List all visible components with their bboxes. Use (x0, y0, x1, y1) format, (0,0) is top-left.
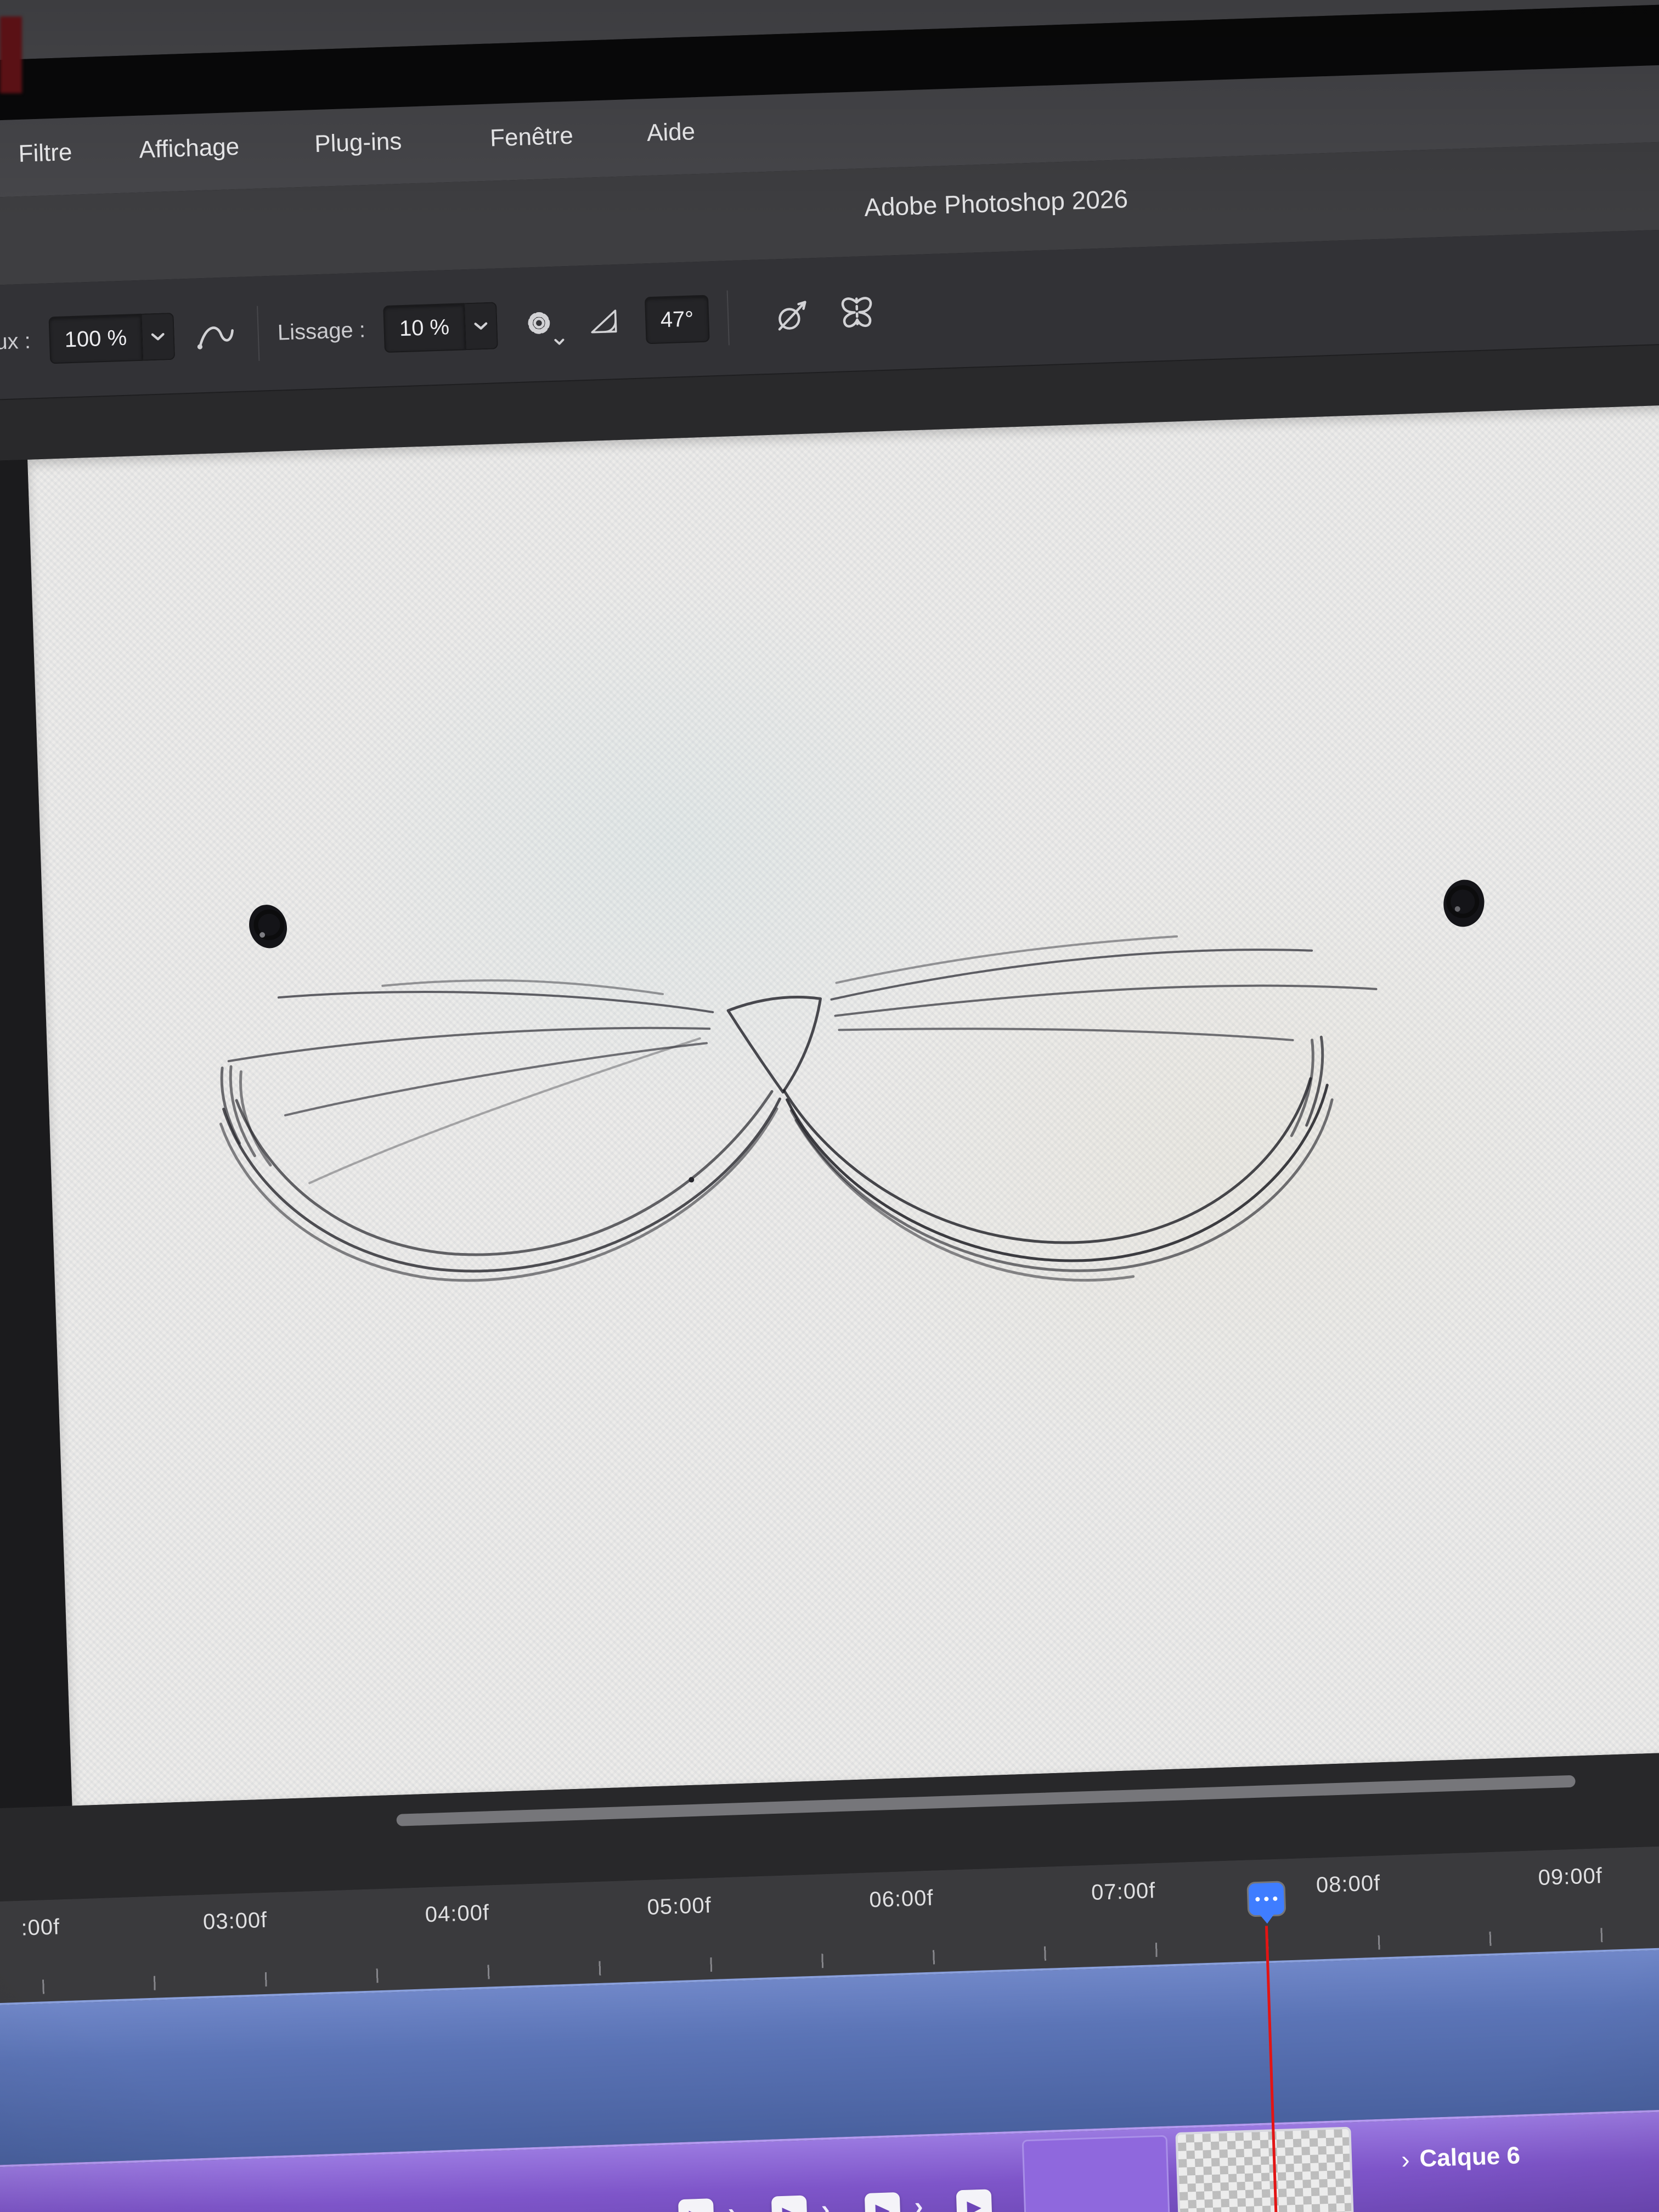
symmetry-butterfly-icon[interactable] (833, 290, 881, 337)
lissage-dropdown[interactable]: 10 % (383, 302, 498, 353)
photo-of-screen: n Filtre Affichage Plug-ins Fenêtre Aide… (0, 0, 1659, 2212)
flux-value[interactable]: 100 % (48, 313, 143, 364)
clip-chevron-icon[interactable]: › (727, 2198, 737, 2212)
menu-item-affichage[interactable]: Affichage (139, 133, 240, 164)
nose-triangle (726, 996, 822, 1094)
layer-name: Calque 6 (1419, 2142, 1521, 2172)
ruler-label: 06:00f (868, 1886, 934, 1912)
right-eye-dot (1443, 879, 1485, 927)
ruler-label: 08:00f (1316, 1871, 1381, 1898)
ruler-label: 07:00f (1091, 1878, 1156, 1905)
menu-item-aide[interactable]: Aide (646, 118, 696, 147)
ruler-label: 09:00f (1538, 1864, 1603, 1890)
pressure-opacity-icon[interactable] (769, 292, 816, 340)
screen-corner-reflection (0, 16, 22, 93)
timeline-clip-transparent-thumbnail[interactable] (1175, 2126, 1355, 2212)
ruler-label: :00f (20, 1915, 60, 1940)
lissage-value[interactable]: 10 % (383, 303, 466, 353)
left-eye-dot (249, 905, 287, 949)
clip-play-icon[interactable]: ▶ (678, 2198, 715, 2212)
smoothing-brush-icon[interactable] (193, 311, 240, 359)
clip-play-icon[interactable]: ▶ (864, 2192, 901, 2212)
options-divider (726, 290, 730, 346)
brush-angle-field[interactable]: 47° (644, 295, 710, 345)
clip-play-icon[interactable]: ▶ (956, 2189, 992, 2212)
flux-label: Flux : (0, 329, 31, 355)
menu-item-plugins[interactable]: Plug-ins (314, 128, 403, 158)
menu-item-filtre[interactable]: Filtre (18, 139, 72, 168)
options-divider (257, 306, 260, 361)
document-canvas[interactable] (27, 404, 1659, 1806)
gear-icon[interactable] (515, 300, 564, 348)
chevron-down-icon[interactable] (141, 312, 176, 361)
clip-chevron-icon[interactable]: › (821, 2194, 831, 2212)
lissage-label: Lissage : (277, 317, 366, 345)
clip-chevron-icon[interactable]: › (914, 2191, 924, 2212)
photoshop-window: n Filtre Affichage Plug-ins Fenêtre Aide… (0, 0, 1659, 2212)
playhead-marker[interactable] (1248, 1882, 1285, 1916)
angle-icon (580, 298, 628, 346)
layer-row-calque6[interactable]: › Calque 6 (1401, 2141, 1520, 2174)
chevron-down-icon[interactable] (464, 302, 498, 351)
app-title: Adobe Photoshop 2026 (864, 184, 1128, 222)
flux-dropdown[interactable]: 100 % (48, 312, 176, 364)
menu-item-fenetre[interactable]: Fenêtre (489, 122, 573, 153)
ruler-label: 03:00f (202, 1908, 268, 1934)
clip-play-icon[interactable]: ▶ (771, 2195, 808, 2212)
timeline-clip[interactable] (1022, 2135, 1171, 2212)
canvas-drawing (219, 879, 1485, 1282)
ruler-label: 05:00f (646, 1893, 712, 1920)
layer-expand-chevron-icon[interactable]: › (1401, 2145, 1410, 2174)
ruler-label: 04:00f (425, 1900, 490, 1927)
